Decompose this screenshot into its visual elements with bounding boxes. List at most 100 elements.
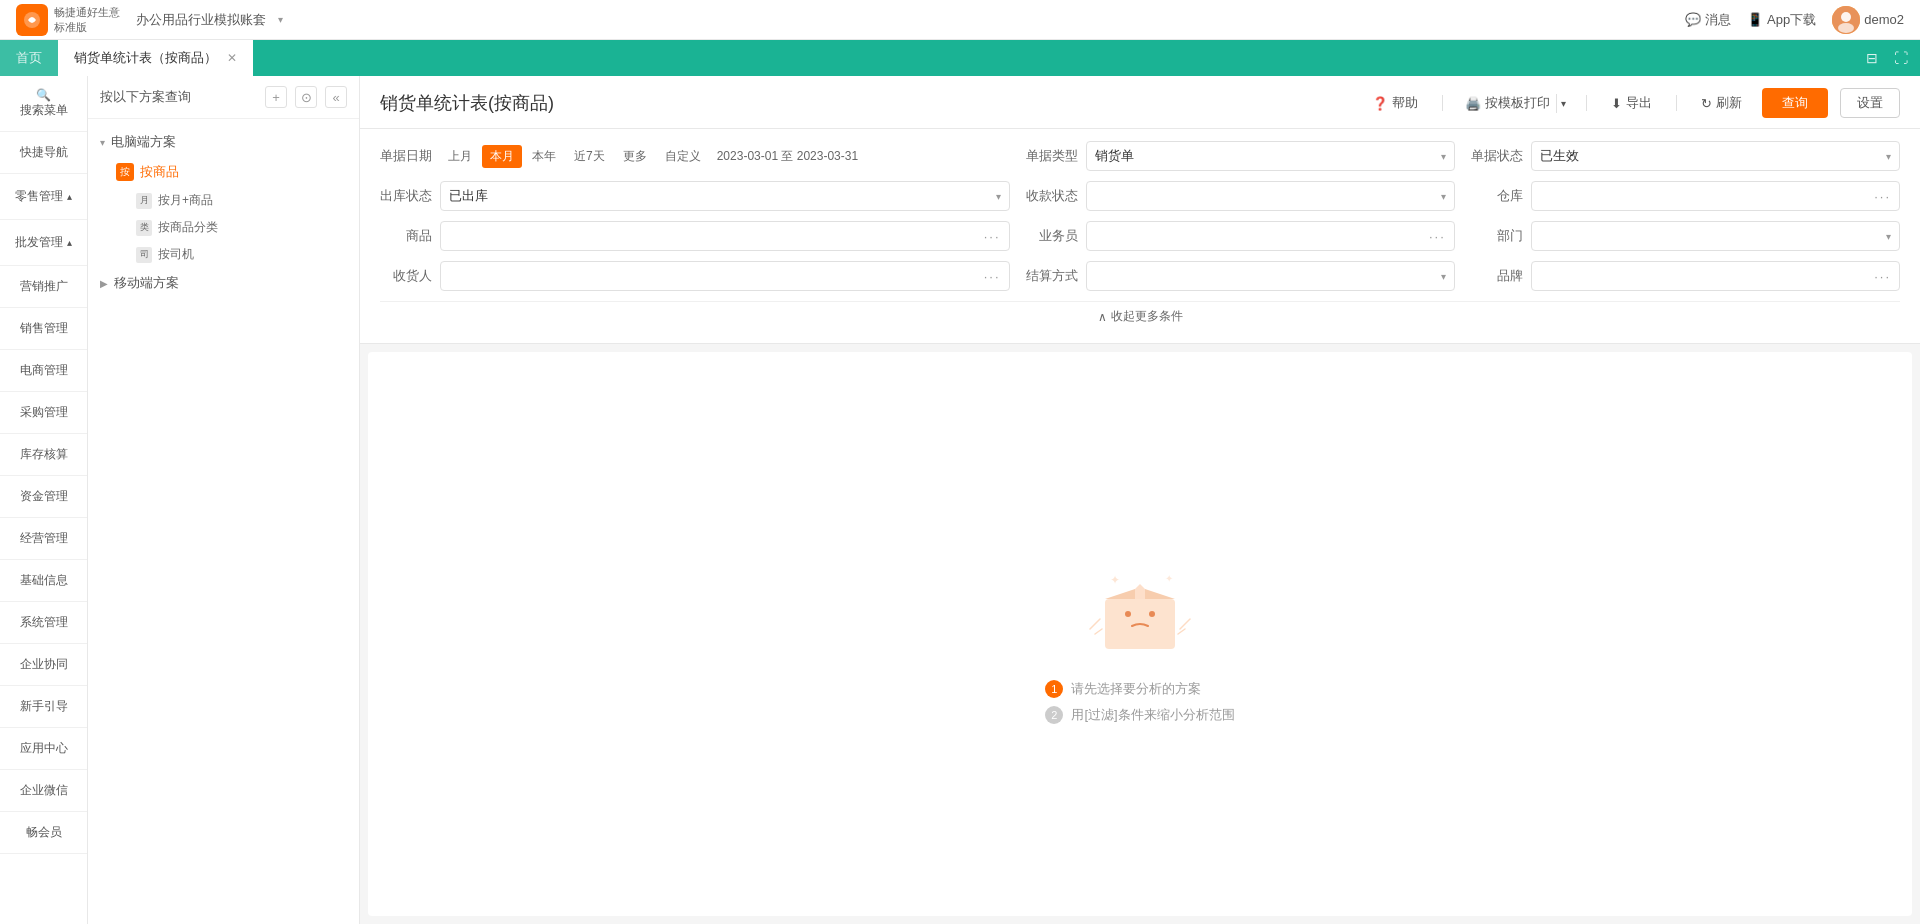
- warehouse-control[interactable]: ···: [1531, 181, 1900, 211]
- out-status-label: 出库状态: [380, 187, 440, 205]
- svg-text:✦: ✦: [1110, 573, 1120, 587]
- filter-doc-status-field: 单据状态 已生效 ▾: [1471, 141, 1900, 171]
- salesperson-label: 业务员: [1026, 227, 1086, 245]
- recv-status-control[interactable]: ▾: [1086, 181, 1455, 211]
- message-action[interactable]: 💬 消息: [1685, 11, 1731, 29]
- sidebar-item-quick-nav[interactable]: 快捷导航: [0, 132, 87, 174]
- help-button[interactable]: ❓ 帮助: [1364, 90, 1426, 116]
- sidebar-item-cooperation[interactable]: 企业协同: [0, 644, 87, 686]
- sidebar-item-ecommerce[interactable]: 电商管理: [0, 350, 87, 392]
- warehouse-label: 仓库: [1471, 187, 1531, 205]
- doc-status-value: 已生效: [1540, 147, 1579, 165]
- goods-control[interactable]: ···: [440, 221, 1010, 251]
- date-tab-last-month[interactable]: 上月: [440, 145, 480, 168]
- logo-area: 畅捷通好生意 标准版: [16, 4, 120, 36]
- settings-button[interactable]: 设置: [1840, 88, 1900, 118]
- refresh-button[interactable]: ↻ 刷新: [1693, 90, 1750, 116]
- tree-sub-driver[interactable]: 司 按司机: [88, 241, 359, 268]
- filter-add-icon[interactable]: +: [265, 86, 287, 108]
- tree-section-arrow: ▾: [100, 137, 105, 148]
- export-button[interactable]: ⬇ 导出: [1603, 90, 1660, 116]
- user-action[interactable]: demo2: [1832, 6, 1904, 34]
- app-download-action[interactable]: 📱 App下载: [1747, 11, 1816, 29]
- tree-section-mobile-header[interactable]: ▶ 移动端方案: [88, 268, 359, 298]
- content-area: 按以下方案查询 + ⊙ « ▾ 电脑端方案 按 按商品: [88, 76, 1920, 924]
- filter-department-field: 部门 ▾: [1471, 221, 1900, 251]
- receiver-dots: ···: [984, 269, 1001, 284]
- date-tab-this-month[interactable]: 本月: [482, 145, 522, 168]
- sidebar-item-basic[interactable]: 基础信息: [0, 560, 87, 602]
- avatar: [1832, 6, 1860, 34]
- filter-edit-icon[interactable]: ⊙: [295, 86, 317, 108]
- out-status-control[interactable]: 已出库 ▾: [440, 181, 1010, 211]
- logo-icon: [16, 4, 48, 36]
- report-tab-label: 销货单统计表（按商品）: [74, 49, 217, 67]
- empty-tip-1: 1 请先选择要分析的方案: [1045, 680, 1234, 698]
- tab-bar-actions: ⊟ ⛶: [1862, 46, 1920, 70]
- sidebar-item-operation[interactable]: 经营管理: [0, 518, 87, 560]
- date-tab-7days[interactable]: 近7天: [566, 145, 613, 168]
- sidebar-item-appcenter[interactable]: 应用中心: [0, 728, 87, 770]
- sidebar-item-guide[interactable]: 新手引导: [0, 686, 87, 728]
- print-button[interactable]: 🖨️ 按模板打印: [1459, 90, 1556, 116]
- print-icon: 🖨️: [1465, 96, 1481, 111]
- tree-sub-month-goods[interactable]: 月 按月+商品: [88, 187, 359, 214]
- date-filter: 上月 本月 本年 近7天 更多 自定义 2023-03-01 至 2023-03…: [440, 145, 1010, 168]
- brand-control[interactable]: ···: [1531, 261, 1900, 291]
- tree-section-desktop-header[interactable]: ▾ 电脑端方案: [88, 127, 359, 157]
- receiver-label: 收货人: [380, 267, 440, 285]
- doc-type-control[interactable]: 销货单 ▾: [1086, 141, 1455, 171]
- date-label: 单据日期: [380, 147, 440, 165]
- tree-item-by-goods[interactable]: 按 按商品: [88, 157, 359, 187]
- tree-sub-goods-category[interactable]: 类 按商品分类: [88, 214, 359, 241]
- page-title: 销货单统计表(按商品): [380, 91, 554, 115]
- sidebar-item-inventory[interactable]: 库存核算: [0, 434, 87, 476]
- filter-collapse-icon[interactable]: «: [325, 86, 347, 108]
- tab-report[interactable]: 销货单统计表（按商品） ✕: [58, 40, 253, 76]
- sidebar-item-wechat[interactable]: 企业微信: [0, 770, 87, 812]
- month-goods-icon: 月: [136, 193, 152, 209]
- tab-close-icon[interactable]: ✕: [227, 51, 237, 65]
- payment-arrow: ▾: [1441, 271, 1446, 282]
- doc-status-label: 单据状态: [1471, 147, 1531, 165]
- doc-type-value: 销货单: [1095, 147, 1134, 165]
- date-tab-this-year[interactable]: 本年: [524, 145, 564, 168]
- payment-control[interactable]: ▾: [1086, 261, 1455, 291]
- tab-fullscreen-icon[interactable]: ⛶: [1890, 46, 1912, 70]
- page-header: 销货单统计表(按商品) ❓ 帮助 🖨️ 按模板打印 ▾: [360, 76, 1920, 129]
- query-button[interactable]: 查询: [1762, 88, 1828, 118]
- salesperson-control[interactable]: ···: [1086, 221, 1455, 251]
- tab-home[interactable]: 首页: [0, 40, 58, 76]
- date-tab-more[interactable]: 更多: [615, 145, 655, 168]
- message-icon: 💬: [1685, 12, 1701, 27]
- filter-recv-status-field: 收款状态 ▾: [1026, 181, 1455, 211]
- sidebar-item-purchase[interactable]: 采购管理: [0, 392, 87, 434]
- sidebar-item-retail[interactable]: 零售管理 ▴: [0, 174, 87, 220]
- sidebar-item-search[interactable]: 🔍 搜索菜单: [0, 76, 87, 132]
- department-control[interactable]: ▾: [1531, 221, 1900, 251]
- sidebar-item-system[interactable]: 系统管理: [0, 602, 87, 644]
- date-range-display: 2023-03-01 至 2023-03-31: [717, 148, 858, 165]
- sidebar-item-sales[interactable]: 销售管理: [0, 308, 87, 350]
- svg-line-8: [1095, 629, 1102, 634]
- recv-status-arrow: ▾: [1441, 191, 1446, 202]
- empty-illustration: ✦ ✦: [1080, 544, 1200, 664]
- driver-label: 按司机: [158, 246, 194, 263]
- logo-text: 畅捷通好生意 标准版: [54, 5, 120, 34]
- app-dropdown-arrow[interactable]: ▾: [278, 14, 283, 25]
- receiver-control[interactable]: ···: [440, 261, 1010, 291]
- collapse-button[interactable]: ∧ 收起更多条件: [380, 301, 1900, 331]
- brand-label: 品牌: [1471, 267, 1531, 285]
- print-arrow-button[interactable]: ▾: [1556, 94, 1570, 113]
- sidebar-item-finance[interactable]: 资金管理: [0, 476, 87, 518]
- sidebar-item-marketing[interactable]: 营销推广: [0, 266, 87, 308]
- doc-status-control[interactable]: 已生效 ▾: [1531, 141, 1900, 171]
- sidebar-item-wholesale[interactable]: 批发管理 ▴: [0, 220, 87, 266]
- date-tabs: 上月 本月 本年 近7天 更多 自定义: [440, 145, 709, 168]
- filter-panel-title: 按以下方案查询: [100, 88, 191, 106]
- department-label: 部门: [1471, 227, 1531, 245]
- date-tab-custom[interactable]: 自定义: [657, 145, 709, 168]
- top-header: 畅捷通好生意 标准版 办公用品行业模拟账套 ▾ 💬 消息 📱 App下载 dem…: [0, 0, 1920, 40]
- sidebar-item-member[interactable]: 畅会员: [0, 812, 87, 854]
- tab-minimize-icon[interactable]: ⊟: [1862, 46, 1882, 70]
